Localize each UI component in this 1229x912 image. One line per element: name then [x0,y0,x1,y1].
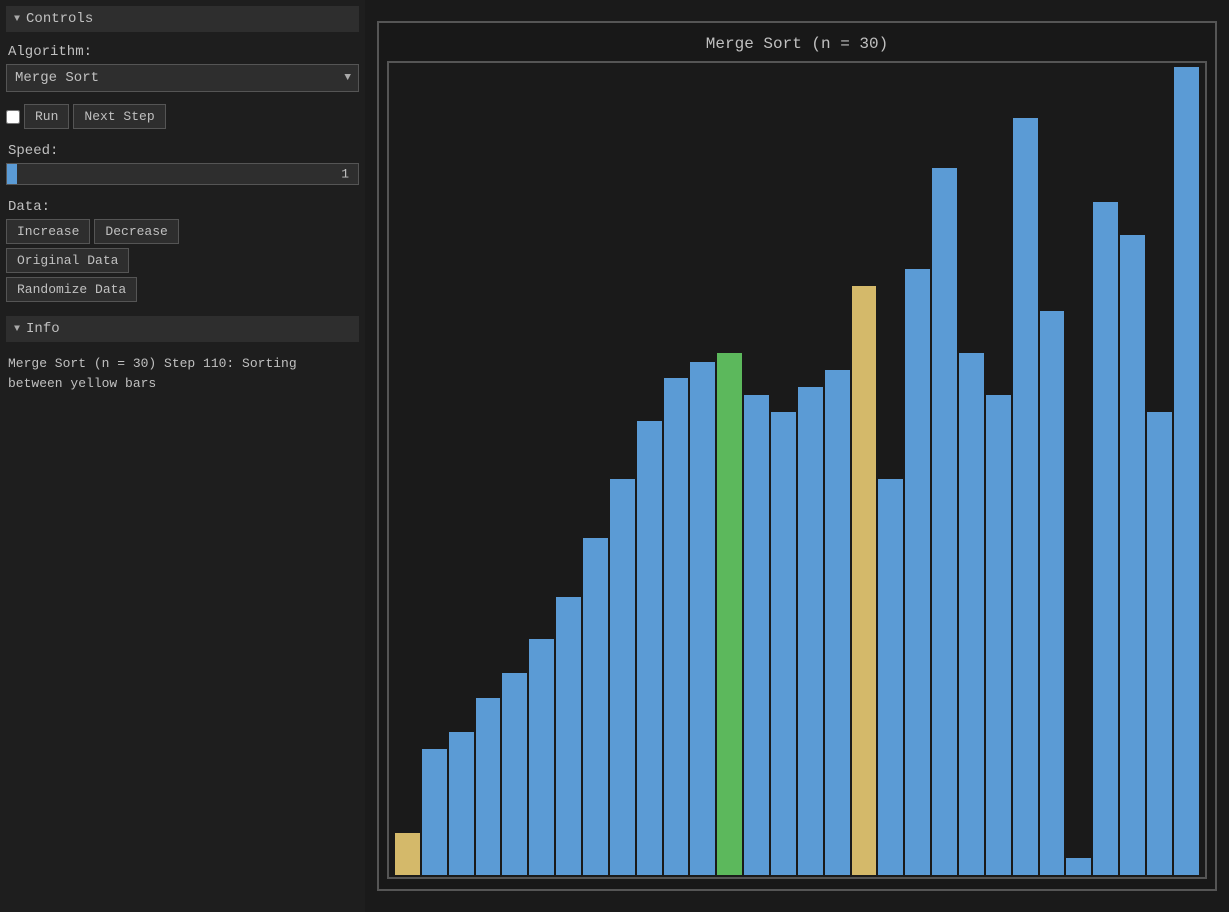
bar-10 [664,378,689,875]
bar-23 [1013,118,1038,876]
algorithm-select-wrap: Merge SortBubble SortQuick SortInsertion… [6,64,359,92]
bar-2 [449,732,474,875]
bar-4 [502,673,527,875]
original-data-button[interactable]: Original Data [6,248,129,273]
bar-20 [932,168,957,875]
bar-7 [583,538,608,875]
main-area: Merge Sort (n = 30) [365,0,1229,912]
chart-title: Merge Sort (n = 30) [387,35,1207,53]
bar-22 [986,395,1011,875]
bars-container [395,67,1199,877]
bar-11 [690,362,715,875]
bar-13 [744,395,769,875]
controls-triangle-icon: ▼ [14,14,20,25]
bar-9 [637,421,662,876]
bar-15 [798,387,823,875]
bar-5 [529,639,554,875]
bar-27 [1120,235,1145,875]
chart-outer: Merge Sort (n = 30) [377,21,1217,891]
controls-header: ▼ Controls [6,6,359,32]
bar-8 [610,479,635,875]
speed-label: Speed: [8,143,357,159]
bar-6 [556,597,581,875]
decrease-button[interactable]: Decrease [94,219,178,244]
info-text: Merge Sort (n = 30) Step 110: Sorting be… [6,354,359,393]
bar-26 [1093,202,1118,875]
bar-3 [476,698,501,875]
speed-section: Speed: 1 [6,137,359,185]
bar-24 [1040,311,1065,875]
bar-14 [771,412,796,875]
algorithm-label: Algorithm: [8,44,357,60]
info-triangle-icon: ▼ [14,324,20,335]
bar-25 [1066,858,1091,875]
bar-18 [878,479,903,875]
bar-19 [905,269,930,875]
randomize-button[interactable]: Randomize Data [6,277,137,302]
data-label: Data: [8,199,357,215]
run-checkbox[interactable] [6,110,20,124]
data-buttons: Increase Decrease Original Data Randomiz… [6,219,359,302]
chart-inner [387,61,1207,879]
bar-21 [959,353,984,875]
bar-28 [1147,412,1172,875]
increase-decrease-row: Increase Decrease [6,219,359,244]
info-header: ▼ Info [6,316,359,342]
algorithm-select[interactable]: Merge SortBubble SortQuick SortInsertion… [6,64,359,92]
increase-button[interactable]: Increase [6,219,90,244]
speed-slider-wrap: 1 [6,163,359,185]
next-step-button[interactable]: Next Step [73,104,165,129]
bar-12 [717,353,742,875]
bar-29 [1174,67,1199,875]
bar-1 [422,749,447,875]
speed-slider[interactable] [6,163,359,185]
bar-0 [395,833,420,875]
controls-header-label: Controls [26,11,93,27]
run-controls: Run Next Step [6,104,359,129]
run-button[interactable]: Run [24,104,69,129]
info-header-label: Info [26,321,60,337]
bar-16 [825,370,850,875]
bar-17 [852,286,877,875]
